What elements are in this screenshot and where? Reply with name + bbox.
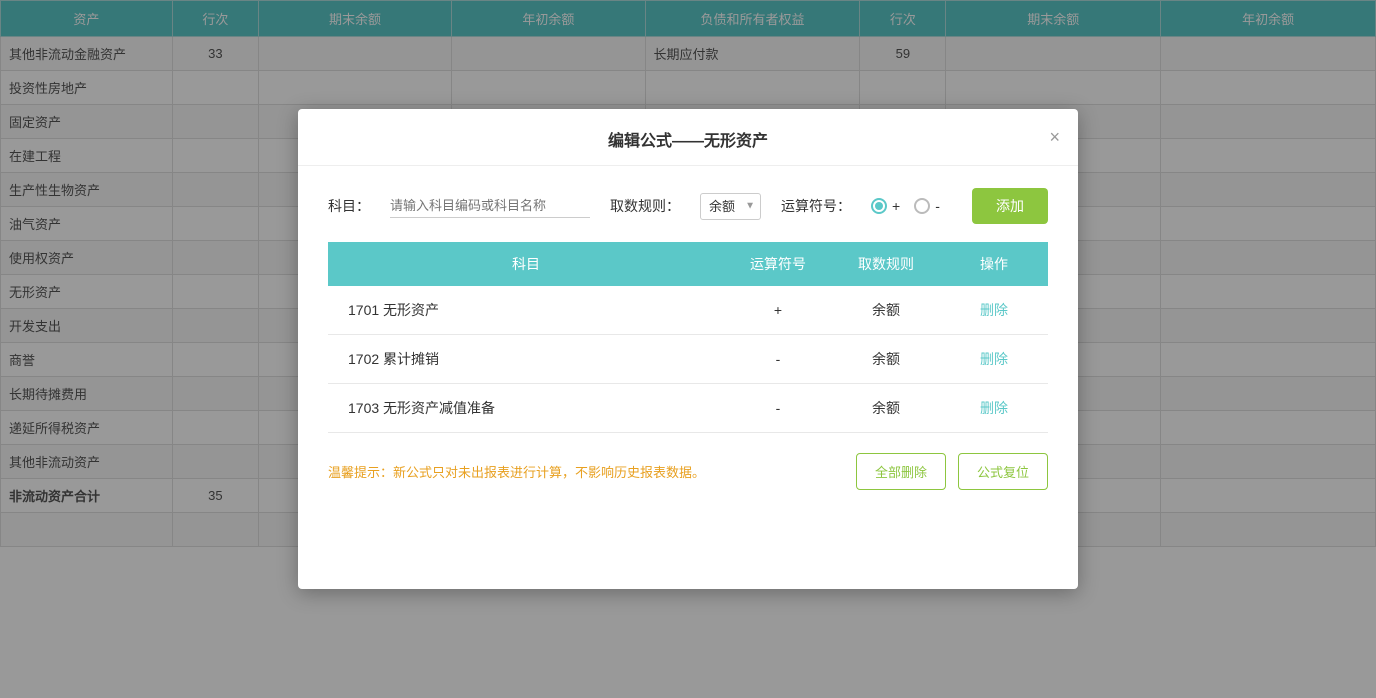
modal-dialog: 编辑公式——无形资产 × 科目： 取数规则： 余额 借方 贷方 ▼ 运算符号： … bbox=[298, 109, 1078, 589]
modal-header: 编辑公式——无形资产 × bbox=[298, 109, 1078, 166]
operator-minus-option[interactable]: - bbox=[914, 198, 940, 214]
footer-buttons: 全部删除 公式复位 bbox=[856, 453, 1048, 490]
formula-table-wrap: 科目 运算符号 取数规则 操作 1701 无形资产 + 余额 删除 1702 累… bbox=[298, 242, 1078, 433]
reset-formula-button[interactable]: 公式复位 bbox=[958, 453, 1048, 490]
formula-table: 科目 运算符号 取数规则 操作 1701 无形资产 + 余额 删除 1702 累… bbox=[328, 242, 1048, 433]
subject-label: 科目： bbox=[328, 196, 370, 216]
modal-overlay: 编辑公式——无形资产 × 科目： 取数规则： 余额 借方 贷方 ▼ 运算符号： … bbox=[0, 0, 1376, 698]
formula-cell-subject: 1701 无形资产 bbox=[328, 286, 724, 335]
delete-row-link[interactable]: 删除 bbox=[980, 302, 1008, 318]
rule-select-wrap: 余额 借方 贷方 ▼ bbox=[700, 193, 761, 220]
radio-minus-icon bbox=[914, 198, 930, 214]
formula-cell-subject: 1702 累计摊销 bbox=[328, 335, 724, 384]
rule-select[interactable]: 余额 借方 贷方 bbox=[700, 193, 761, 220]
formula-row: 1701 无形资产 + 余额 删除 bbox=[328, 286, 1048, 335]
formula-cell-operator: + bbox=[724, 286, 832, 335]
col-action-header: 操作 bbox=[940, 242, 1048, 286]
formula-cell-rule: 余额 bbox=[832, 286, 940, 335]
formula-row: 1703 无形资产减值准备 - 余额 删除 bbox=[328, 384, 1048, 433]
col-subject-header: 科目 bbox=[328, 242, 724, 286]
rule-label: 取数规则： bbox=[610, 196, 680, 216]
radio-plus-icon bbox=[871, 198, 887, 214]
operator-label: 运算符号： bbox=[781, 196, 851, 216]
delete-all-button[interactable]: 全部删除 bbox=[856, 453, 946, 490]
operator-radio-group: + - bbox=[871, 198, 940, 214]
operator-plus-label: + bbox=[892, 198, 900, 214]
formula-cell-rule: 余额 bbox=[832, 335, 940, 384]
formula-cell-subject: 1703 无形资产减值准备 bbox=[328, 384, 724, 433]
operator-plus-option[interactable]: + bbox=[871, 198, 900, 214]
subject-input[interactable] bbox=[390, 194, 590, 218]
formula-form-row: 科目： 取数规则： 余额 借方 贷方 ▼ 运算符号： + - bbox=[298, 166, 1078, 242]
formula-cell-action: 删除 bbox=[940, 286, 1048, 335]
formula-table-header-row: 科目 运算符号 取数规则 操作 bbox=[328, 242, 1048, 286]
modal-title: 编辑公式——无形资产 bbox=[608, 127, 768, 151]
formula-cell-operator: - bbox=[724, 384, 832, 433]
formula-cell-action: 删除 bbox=[940, 335, 1048, 384]
add-button[interactable]: 添加 bbox=[972, 188, 1048, 224]
close-icon[interactable]: × bbox=[1049, 128, 1060, 146]
formula-cell-operator: - bbox=[724, 335, 832, 384]
tip-text: 温馨提示：新公式只对未出报表进行计算，不影响历史报表数据。 bbox=[328, 462, 705, 481]
delete-row-link[interactable]: 删除 bbox=[980, 400, 1008, 416]
modal-footer: 温馨提示：新公式只对未出报表进行计算，不影响历史报表数据。 全部删除 公式复位 bbox=[298, 433, 1078, 500]
formula-cell-rule: 余额 bbox=[832, 384, 940, 433]
col-rule-header: 取数规则 bbox=[832, 242, 940, 286]
formula-cell-action: 删除 bbox=[940, 384, 1048, 433]
operator-minus-label: - bbox=[935, 198, 940, 214]
delete-row-link[interactable]: 删除 bbox=[980, 351, 1008, 367]
col-operator-header: 运算符号 bbox=[724, 242, 832, 286]
formula-row: 1702 累计摊销 - 余额 删除 bbox=[328, 335, 1048, 384]
